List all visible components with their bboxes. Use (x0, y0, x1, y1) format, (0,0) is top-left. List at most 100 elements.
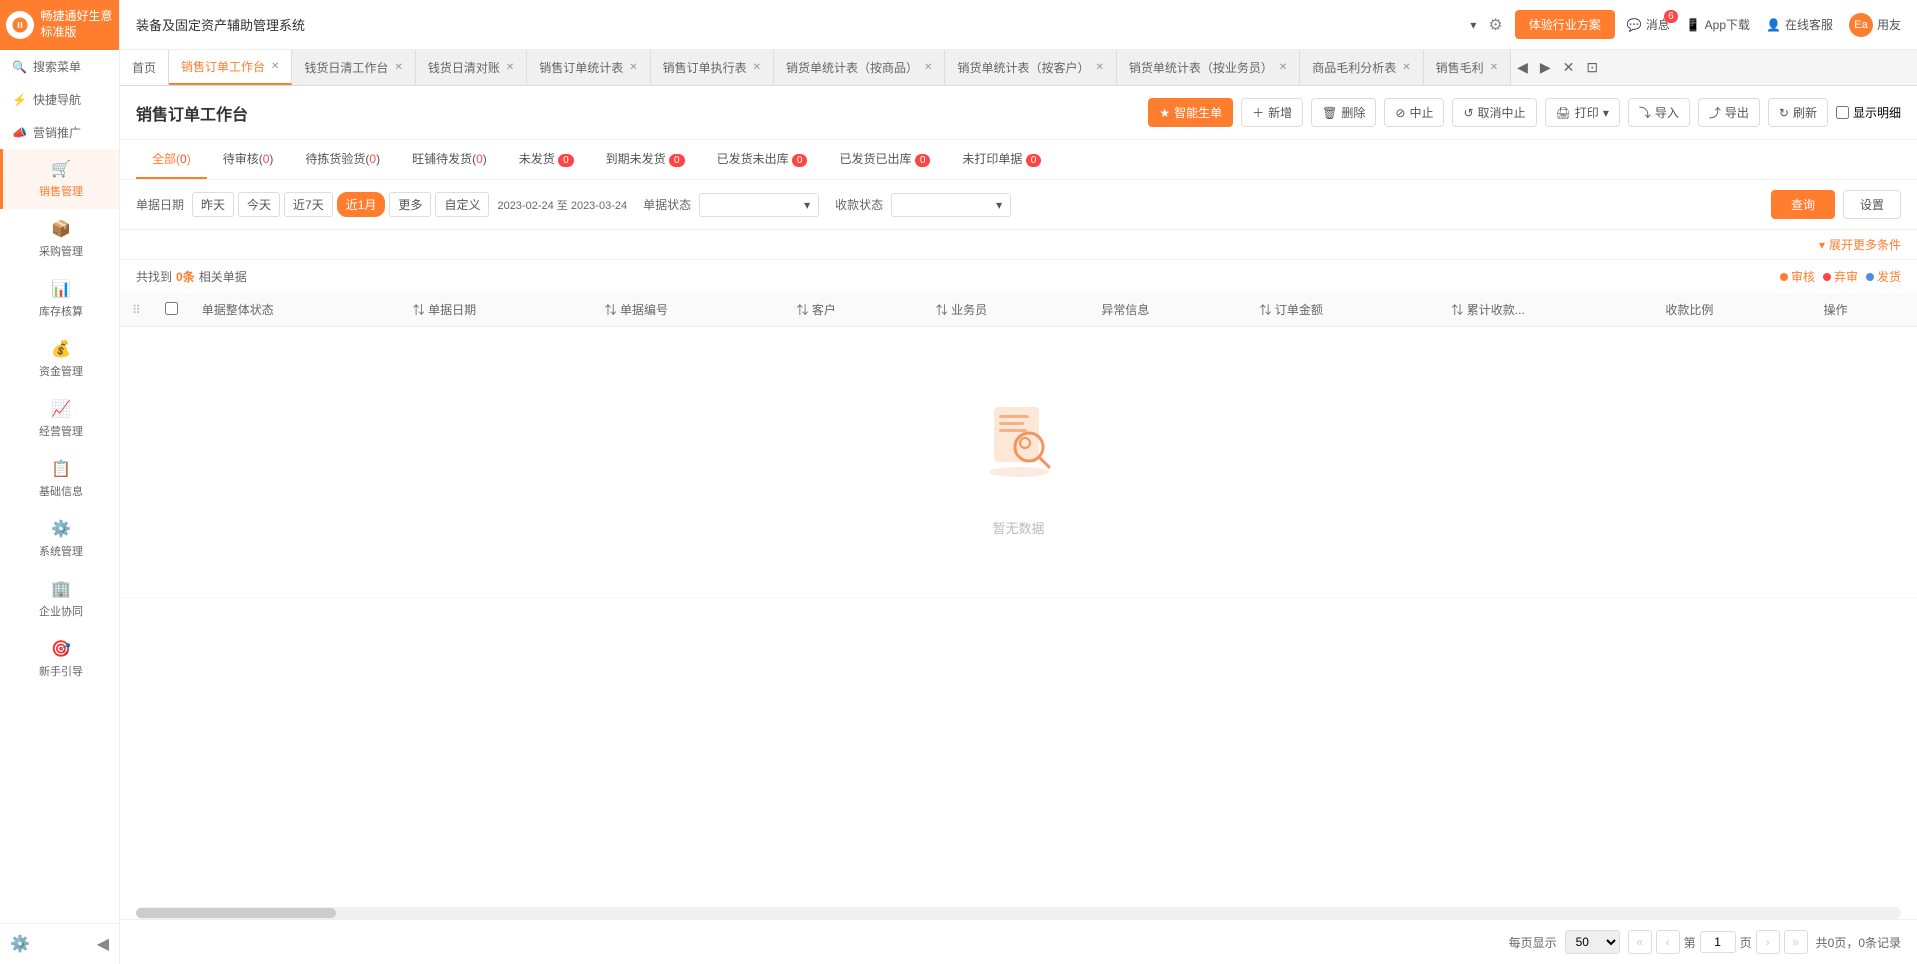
tab-sales-stat-close[interactable]: ✕ (629, 62, 637, 73)
th-number[interactable]: ⇅ 单据编号 (593, 293, 785, 327)
refresh-btn[interactable]: ↻ 刷新 (1768, 98, 1828, 127)
filter-settings-btn[interactable]: 设置 (1843, 190, 1901, 219)
tab-sales-workbench[interactable]: 销售订单工作台 ✕ (169, 50, 292, 85)
show-detail-checkbox[interactable] (1836, 106, 1849, 119)
th-abnormal[interactable]: 异常信息 (1089, 293, 1247, 327)
th-collected[interactable]: ⇅ 累计收款... (1439, 293, 1653, 327)
tab-sales-more[interactable]: 销售毛利 ✕ (1424, 50, 1511, 85)
tab-sales-exec[interactable]: 销售订单执行表 ✕ (651, 50, 774, 85)
tab-gross-margin-close[interactable]: ✕ (1402, 62, 1410, 73)
sidebar-item-operation[interactable]: 📈 经营管理 (0, 389, 119, 449)
tab-sales-more-close[interactable]: ✕ (1490, 62, 1498, 73)
print-btn[interactable]: 🖨 打印 ▾ (1545, 98, 1620, 127)
sales-icon: 🛒 (51, 159, 71, 179)
tab-cash-reconcile[interactable]: 钱货日清对账 ✕ (416, 50, 527, 85)
filter-tab-shipped-not-stored[interactable]: 已发货未出库 0 (701, 140, 824, 179)
tab-sales-summary-product-close[interactable]: ✕ (924, 62, 932, 73)
ship-action[interactable]: 发货 (1866, 268, 1901, 285)
sidebar-item-finance[interactable]: 💰 资金管理 (0, 329, 119, 389)
payment-select[interactable]: ▾ (891, 193, 1011, 217)
status-select[interactable]: ▾ (699, 193, 819, 217)
review-action[interactable]: 审核 (1780, 268, 1815, 285)
filter-tab-not-shipped[interactable]: 未发货 0 (503, 140, 590, 179)
th-date[interactable]: ⇅ 单据日期 (401, 293, 593, 327)
import-btn[interactable]: ⤵ 导入 (1628, 98, 1690, 127)
pause-btn[interactable]: ⊘ 中止 (1384, 98, 1444, 127)
page-prev-btn[interactable]: ‹ (1656, 930, 1680, 954)
user-menu[interactable]: Ea 用友 (1849, 13, 1901, 37)
sidebar-item-system[interactable]: ⚙️ 系统管理 (0, 509, 119, 569)
tab-cash-daily[interactable]: 钱货日清工作台 ✕ (292, 50, 415, 85)
filter-tab-wangpu[interactable]: 旺铺待发货(0) (396, 140, 503, 179)
tab-sales-summary-staff-close[interactable]: ✕ (1279, 62, 1287, 73)
tab-next[interactable]: ▶ (1534, 50, 1557, 85)
tab-sales-workbench-close[interactable]: ✕ (271, 61, 279, 72)
filter-tab-not-printed[interactable]: 未打印单据 0 (946, 140, 1057, 179)
sidebar-quick-nav[interactable]: ⚡ 快捷导航 (0, 83, 119, 116)
export-btn[interactable]: ⤴ 导出 (1698, 98, 1760, 127)
app-download-btn[interactable]: 📱 App下载 (1686, 16, 1750, 33)
filter-tab-all[interactable]: 全部(0) (136, 140, 207, 179)
tab-sales-summary-staff[interactable]: 销货单统计表（按业务员） ✕ (1117, 50, 1300, 85)
filter-tab-expired-not-shipped[interactable]: 到期未发货 0 (590, 140, 701, 179)
select-all-checkbox[interactable] (165, 302, 178, 315)
tab-gross-margin[interactable]: 商品毛利分析表 ✕ (1300, 50, 1423, 85)
tab-expand[interactable]: ⊡ (1580, 50, 1604, 85)
sidebar-item-sales[interactable]: 🛒 销售管理 (0, 149, 119, 209)
date-btn-1month[interactable]: 近1月 (337, 192, 386, 217)
collapse-icon[interactable]: ◀ (97, 934, 109, 954)
sidebar-item-inventory[interactable]: 📊 库存核算 (0, 269, 119, 329)
horizontal-scrollbar[interactable] (136, 907, 1901, 919)
cancel-review-action[interactable]: 弃审 (1823, 268, 1858, 285)
message-btn[interactable]: 💬 消息 6 (1627, 16, 1670, 33)
tab-cash-daily-close[interactable]: ✕ (394, 62, 402, 73)
page-next-btn[interactable]: › (1756, 930, 1780, 954)
page-first-btn[interactable]: « (1628, 930, 1652, 954)
online-service-btn[interactable]: 👤 在线客服 (1766, 16, 1833, 33)
sidebar-item-guide[interactable]: 🎯 新手引导 (0, 629, 119, 689)
scrollbar-thumb[interactable] (136, 908, 336, 918)
tab-close-all[interactable]: ✕ (1557, 50, 1581, 85)
tab-sales-summary-customer-close[interactable]: ✕ (1095, 62, 1103, 73)
per-page-select[interactable]: 50 20 100 (1565, 930, 1620, 954)
tab-sales-summary-product[interactable]: 销货单统计表（按商品） ✕ (774, 50, 945, 85)
filter-tab-shipped-stored[interactable]: 已发货已出库 0 (823, 140, 946, 179)
expand-conditions-btn[interactable]: ▾ 展开更多条件 (1819, 236, 1901, 253)
tab-cash-reconcile-close[interactable]: ✕ (506, 62, 514, 73)
smart-create-btn[interactable]: ★ 智能生单 (1148, 98, 1233, 127)
date-btn-yesterday[interactable]: 昨天 (192, 192, 234, 217)
filter-tab-pending-review[interactable]: 待审核(0) (207, 140, 290, 179)
show-detail-label[interactable]: 显示明细 (1836, 104, 1901, 121)
system-dropdown[interactable]: ▾ (1470, 18, 1476, 32)
date-btn-7days[interactable]: 近7天 (284, 192, 333, 217)
tab-home[interactable]: 首页 (120, 50, 169, 85)
industry-btn[interactable]: 体验行业方案 (1515, 10, 1615, 39)
page-input[interactable] (1700, 931, 1736, 953)
th-action: 操作 (1812, 293, 1917, 327)
th-customer[interactable]: ⇅ 客户 (785, 293, 924, 327)
date-btn-more[interactable]: 更多 (389, 192, 431, 217)
tab-prev[interactable]: ◀ (1511, 50, 1534, 85)
sidebar-item-purchase[interactable]: 📦 采购管理 (0, 209, 119, 269)
settings-gear-icon[interactable]: ⚙️ (10, 934, 30, 954)
th-amount[interactable]: ⇅ 订单金额 (1248, 293, 1440, 327)
sidebar-search[interactable]: 🔍 搜索菜单 (0, 50, 119, 83)
query-btn[interactable]: 查询 (1771, 190, 1835, 219)
add-btn[interactable]: ＋ 新增 (1241, 98, 1303, 127)
sidebar-item-corp[interactable]: 🏢 企业协同 (0, 569, 119, 629)
date-btn-today[interactable]: 今天 (238, 192, 280, 217)
tab-sales-exec-close[interactable]: ✕ (753, 62, 761, 73)
filter-tab-pending-inspect[interactable]: 待拣货验货(0) (289, 140, 396, 179)
cancel-pause-btn[interactable]: ↺ 取消中止 (1452, 98, 1536, 127)
th-status[interactable]: 单据整体状态 (190, 293, 401, 327)
tab-sales-stat[interactable]: 销售订单统计表 ✕ (527, 50, 650, 85)
page-last-btn[interactable]: » (1784, 930, 1808, 954)
topbar-gear-icon[interactable]: ⚙ (1488, 15, 1502, 35)
table-scroll[interactable]: ⠿ 单据整体状态 ⇅ 单据日期 (120, 293, 1917, 907)
delete-btn[interactable]: 🗑 删除 (1311, 98, 1376, 127)
sidebar-promo[interactable]: 📣 营销推广 (0, 116, 119, 149)
th-salesperson[interactable]: ⇅ 业务员 (924, 293, 1090, 327)
tab-sales-summary-customer[interactable]: 销货单统计表（按客户） ✕ (945, 50, 1116, 85)
date-btn-custom[interactable]: 自定义 (435, 192, 489, 217)
sidebar-item-basic[interactable]: 📋 基础信息 (0, 449, 119, 509)
